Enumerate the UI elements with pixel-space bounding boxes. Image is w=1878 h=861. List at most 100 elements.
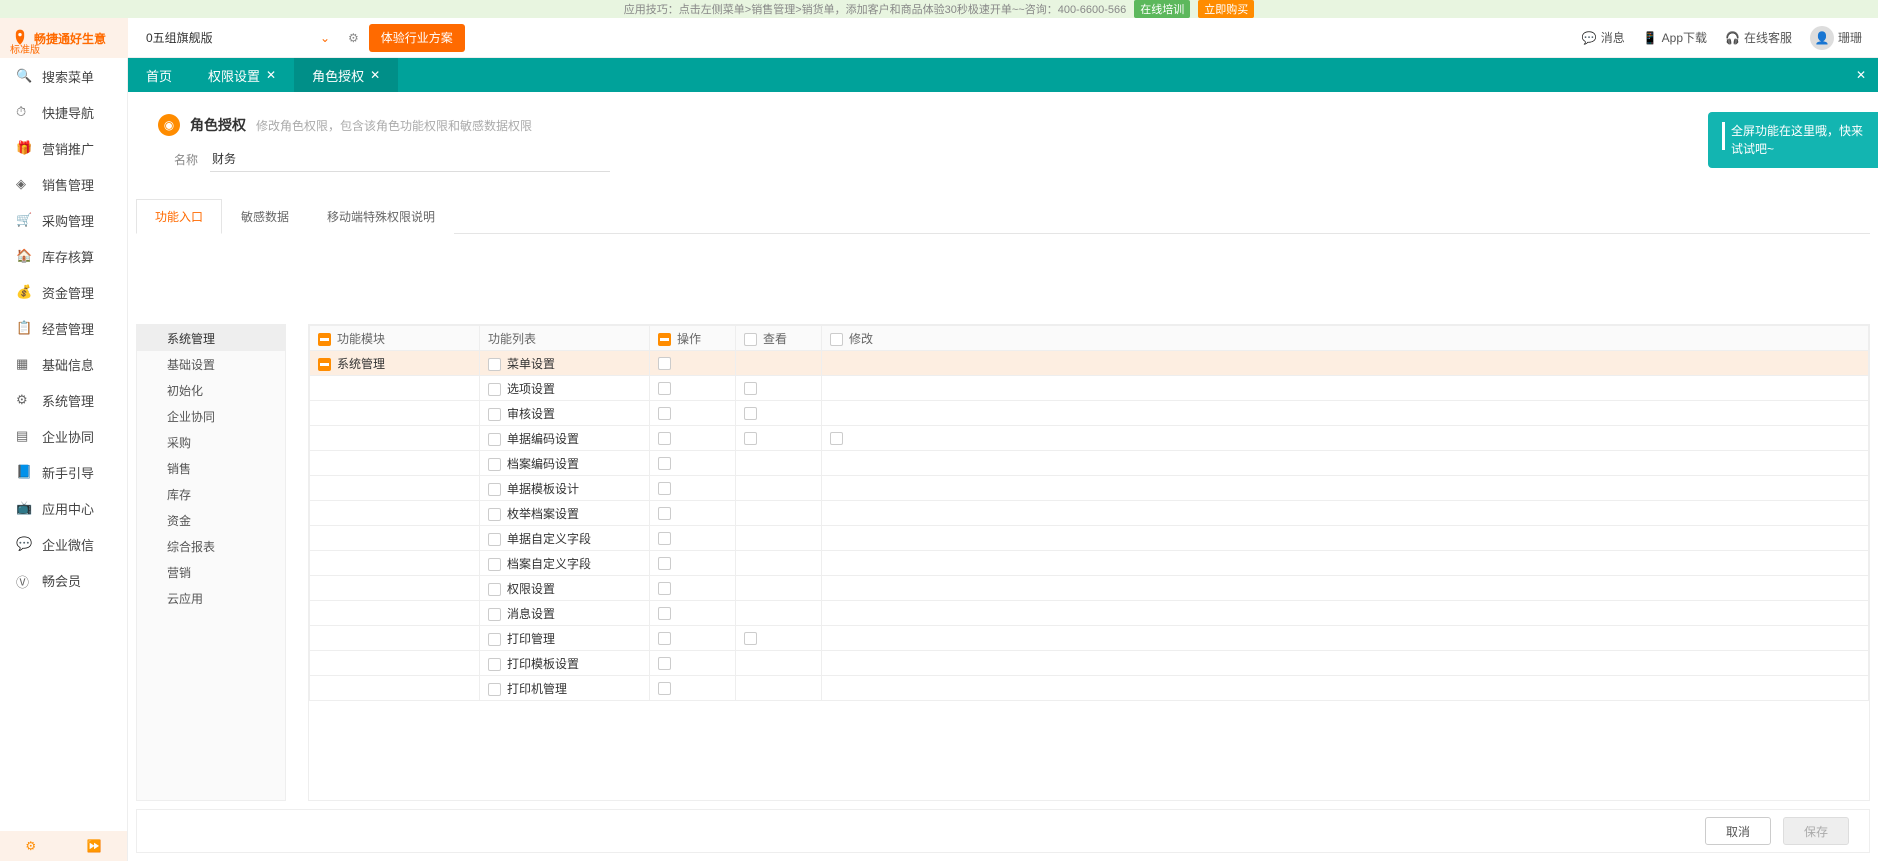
- inner-tab-2[interactable]: 移动端特殊权限说明: [308, 199, 454, 234]
- sidebar-item-12[interactable]: 📺 应用中心: [0, 490, 127, 526]
- checkbox[interactable]: [744, 382, 757, 395]
- feature-name: 打印机管理: [507, 682, 567, 696]
- collapse-icon[interactable]: ⏩: [87, 839, 102, 853]
- chevron-down-icon: ⌄: [320, 31, 330, 45]
- tree-item-2[interactable]: 初始化: [137, 377, 285, 403]
- checkbox[interactable]: [488, 358, 501, 371]
- org-name: 0五组旗舰版: [146, 29, 213, 46]
- checkbox-empty-icon[interactable]: [830, 333, 843, 346]
- checkbox[interactable]: [658, 607, 671, 620]
- checkbox[interactable]: [488, 683, 501, 696]
- save-button[interactable]: 保存: [1783, 817, 1849, 845]
- tabs-close-all[interactable]: ✕: [1844, 58, 1878, 92]
- table-row: 单据模板设计: [310, 476, 1869, 501]
- close-icon[interactable]: ✕: [266, 68, 276, 82]
- checkbox[interactable]: [488, 658, 501, 671]
- checkbox[interactable]: [488, 483, 501, 496]
- sidebar-icon: 📺: [16, 500, 32, 516]
- tree-item-1[interactable]: 基础设置: [137, 351, 285, 377]
- checkbox[interactable]: [658, 582, 671, 595]
- sidebar-item-3[interactable]: ◈销售管理: [0, 166, 127, 202]
- close-icon[interactable]: ✕: [370, 68, 380, 82]
- checkbox[interactable]: [658, 457, 671, 470]
- tree-item-6[interactable]: 库存: [137, 481, 285, 507]
- tree-item-0[interactable]: 系统管理: [137, 325, 285, 351]
- fullscreen-tip[interactable]: 全屏功能在这里哦，快来试试吧~: [1708, 112, 1878, 168]
- checkbox[interactable]: [488, 608, 501, 621]
- sidebar-item-8[interactable]: ▦基础信息: [0, 346, 127, 382]
- checkbox[interactable]: [658, 532, 671, 545]
- sidebar-item-0[interactable]: 🔍搜索菜单: [0, 58, 127, 94]
- shield-icon: ◉: [158, 114, 180, 136]
- support-link[interactable]: 🎧在线客服: [1725, 29, 1792, 46]
- app-label: App下载: [1662, 29, 1707, 46]
- inner-tab-0[interactable]: 功能入口: [136, 199, 222, 234]
- inner-tab-1[interactable]: 敏感数据: [222, 199, 308, 234]
- checkbox-empty-icon[interactable]: [744, 333, 757, 346]
- tree-item-3[interactable]: 企业协同: [137, 403, 285, 429]
- sidebar-item-11[interactable]: 📘新手引导: [0, 454, 127, 490]
- messages-link[interactable]: 💬消息: [1582, 29, 1625, 46]
- sidebar-item-2[interactable]: 🎁营销推广: [0, 130, 127, 166]
- checkbox-partial-icon[interactable]: [658, 333, 671, 346]
- user-name: 珊珊: [1838, 29, 1862, 46]
- checkbox[interactable]: [744, 407, 757, 420]
- sidebar-item-9[interactable]: ⚙系统管理: [0, 382, 127, 418]
- checkbox[interactable]: [744, 432, 757, 445]
- try-industry-button[interactable]: 体验行业方案: [369, 24, 465, 52]
- user-menu[interactable]: 👤珊珊: [1810, 26, 1862, 50]
- checkbox[interactable]: [744, 632, 757, 645]
- checkbox[interactable]: [658, 482, 671, 495]
- org-selector[interactable]: 0五组旗舰版 ⌄: [138, 24, 338, 52]
- sidebar-item-5[interactable]: 🏠库存核算: [0, 238, 127, 274]
- checkbox[interactable]: [830, 432, 843, 445]
- tab-1[interactable]: 权限设置✕: [190, 58, 294, 92]
- checkbox[interactable]: [488, 583, 501, 596]
- checkbox[interactable]: [658, 432, 671, 445]
- checkbox[interactable]: [658, 557, 671, 570]
- sidebar-item-13[interactable]: 💬企业微信: [0, 526, 127, 562]
- col-module-label: 功能模块: [337, 332, 385, 346]
- promo-train-button[interactable]: 在线培训: [1134, 0, 1190, 18]
- sidebar-item-7[interactable]: 📋经营管理: [0, 310, 127, 346]
- checkbox[interactable]: [658, 682, 671, 695]
- sidebar-item-4[interactable]: 🛒采购管理: [0, 202, 127, 238]
- checkbox[interactable]: [658, 507, 671, 520]
- sidebar-item-10[interactable]: ▤企业协同: [0, 418, 127, 454]
- gear-icon[interactable]: ⚙: [348, 31, 359, 45]
- checkbox[interactable]: [488, 408, 501, 421]
- checkbox[interactable]: [488, 533, 501, 546]
- settings-icon[interactable]: ⚙: [25, 839, 36, 853]
- sidebar-item-1[interactable]: ⏱快捷导航: [0, 94, 127, 130]
- checkbox[interactable]: [488, 633, 501, 646]
- tree-item-5[interactable]: 销售: [137, 455, 285, 481]
- checkbox[interactable]: [488, 383, 501, 396]
- tree-item-4[interactable]: 采购: [137, 429, 285, 455]
- sidebar-item-14[interactable]: Ⓥ畅会员: [0, 562, 127, 598]
- checkbox[interactable]: [488, 508, 501, 521]
- feature-name: 选项设置: [507, 382, 555, 396]
- checkbox[interactable]: [488, 433, 501, 446]
- tree-item-7[interactable]: 资金: [137, 507, 285, 533]
- checkbox[interactable]: [658, 657, 671, 670]
- tree-item-8[interactable]: 综合报表: [137, 533, 285, 559]
- checkbox-partial-icon[interactable]: [318, 333, 331, 346]
- checkbox[interactable]: [658, 632, 671, 645]
- app-download-link[interactable]: 📱App下载: [1643, 29, 1707, 46]
- checkbox[interactable]: [658, 382, 671, 395]
- cancel-button[interactable]: 取消: [1705, 817, 1771, 845]
- checkbox[interactable]: [488, 458, 501, 471]
- checkbox[interactable]: [658, 357, 671, 370]
- checkbox[interactable]: [488, 558, 501, 571]
- tree-item-9[interactable]: 营销: [137, 559, 285, 585]
- checkbox[interactable]: [658, 407, 671, 420]
- sidebar-item-label: 应用中心: [42, 499, 94, 518]
- tab-0[interactable]: 首页: [128, 58, 190, 92]
- tab-2[interactable]: 角色授权✕: [294, 58, 398, 92]
- tree-item-10[interactable]: 云应用: [137, 585, 285, 611]
- permission-grid-wrap[interactable]: 功能模块 功能列表 操作 查看 修改 系统管理菜单设置选项设置审核设置单据编码设…: [308, 324, 1870, 801]
- checkbox-partial-icon[interactable]: [318, 358, 331, 371]
- sidebar-item-6[interactable]: 💰资金管理: [0, 274, 127, 310]
- module-name: 系统管理: [337, 357, 385, 371]
- promo-buy-button[interactable]: 立即购买: [1198, 0, 1254, 18]
